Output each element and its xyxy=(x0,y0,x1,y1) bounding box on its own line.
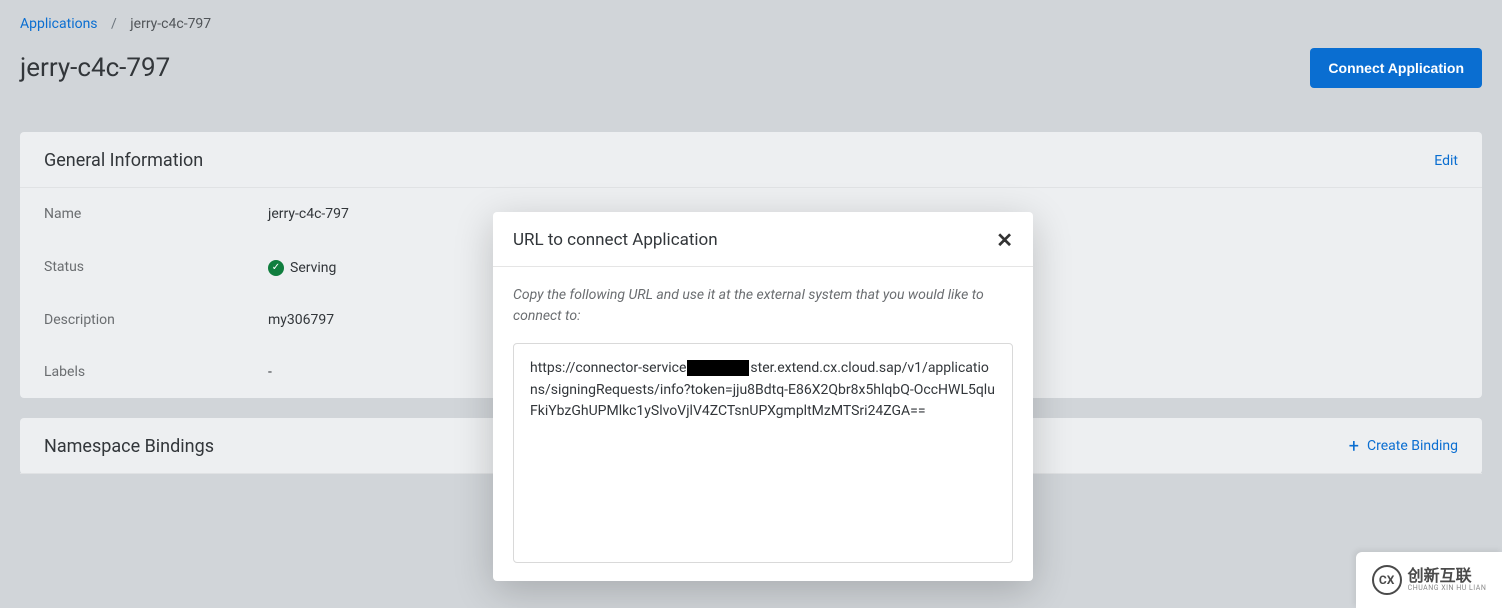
watermark-text: 创新互联 CHUANG XIN HU LIAN xyxy=(1408,567,1487,592)
modal-header: URL to connect Application ✕ xyxy=(493,212,1033,267)
status-text: Serving xyxy=(290,260,336,276)
modal-body: Copy the following URL and use it at the… xyxy=(493,267,1033,581)
namespace-bindings-title: Namespace Bindings xyxy=(44,436,214,457)
description-value: my306797 xyxy=(268,312,334,328)
url-textbox[interactable]: https://connector-servicester.extend.cx.… xyxy=(513,343,1013,563)
create-binding-label: Create Binding xyxy=(1367,438,1458,454)
modal-title: URL to connect Application xyxy=(513,230,718,250)
connect-url-modal: URL to connect Application ✕ Copy the fo… xyxy=(493,212,1033,581)
status-label: Status xyxy=(44,259,268,275)
labels-label: Labels xyxy=(44,364,268,380)
watermark-logo-icon: CX xyxy=(1372,565,1402,595)
general-information-header: General Information Edit xyxy=(20,132,1482,188)
watermark-en: CHUANG XIN HU LIAN xyxy=(1408,585,1487,593)
close-icon[interactable]: ✕ xyxy=(996,230,1013,250)
breadcrumb-current: jerry-c4c-797 xyxy=(130,16,211,32)
modal-instruction: Copy the following URL and use it at the… xyxy=(513,285,1013,327)
edit-link[interactable]: Edit xyxy=(1434,153,1458,169)
labels-value: - xyxy=(268,364,272,380)
name-label: Name xyxy=(44,206,268,222)
watermark-cn: 创新互联 xyxy=(1408,567,1487,585)
status-value: ✓ Serving xyxy=(268,258,336,276)
page-header: jerry-c4c-797 Connect Application xyxy=(0,40,1502,112)
page-title: jerry-c4c-797 xyxy=(20,53,170,83)
description-label: Description xyxy=(44,312,268,328)
status-badge: ✓ Serving xyxy=(268,260,336,276)
breadcrumb-root-link[interactable]: Applications xyxy=(20,16,98,32)
redacted-block xyxy=(687,360,749,376)
breadcrumb-separator: / xyxy=(111,16,117,32)
connect-application-button[interactable]: Connect Application xyxy=(1310,48,1482,88)
url-part-1: https://connector-service xyxy=(530,360,686,376)
name-value: jerry-c4c-797 xyxy=(268,206,349,222)
check-circle-icon: ✓ xyxy=(268,260,284,276)
watermark: CX 创新互联 CHUANG XIN HU LIAN xyxy=(1356,552,1502,608)
plus-icon: + xyxy=(1349,436,1359,457)
create-binding-link[interactable]: + Create Binding xyxy=(1349,436,1458,457)
general-information-title: General Information xyxy=(44,150,203,171)
breadcrumb: Applications / jerry-c4c-797 xyxy=(0,0,1502,40)
